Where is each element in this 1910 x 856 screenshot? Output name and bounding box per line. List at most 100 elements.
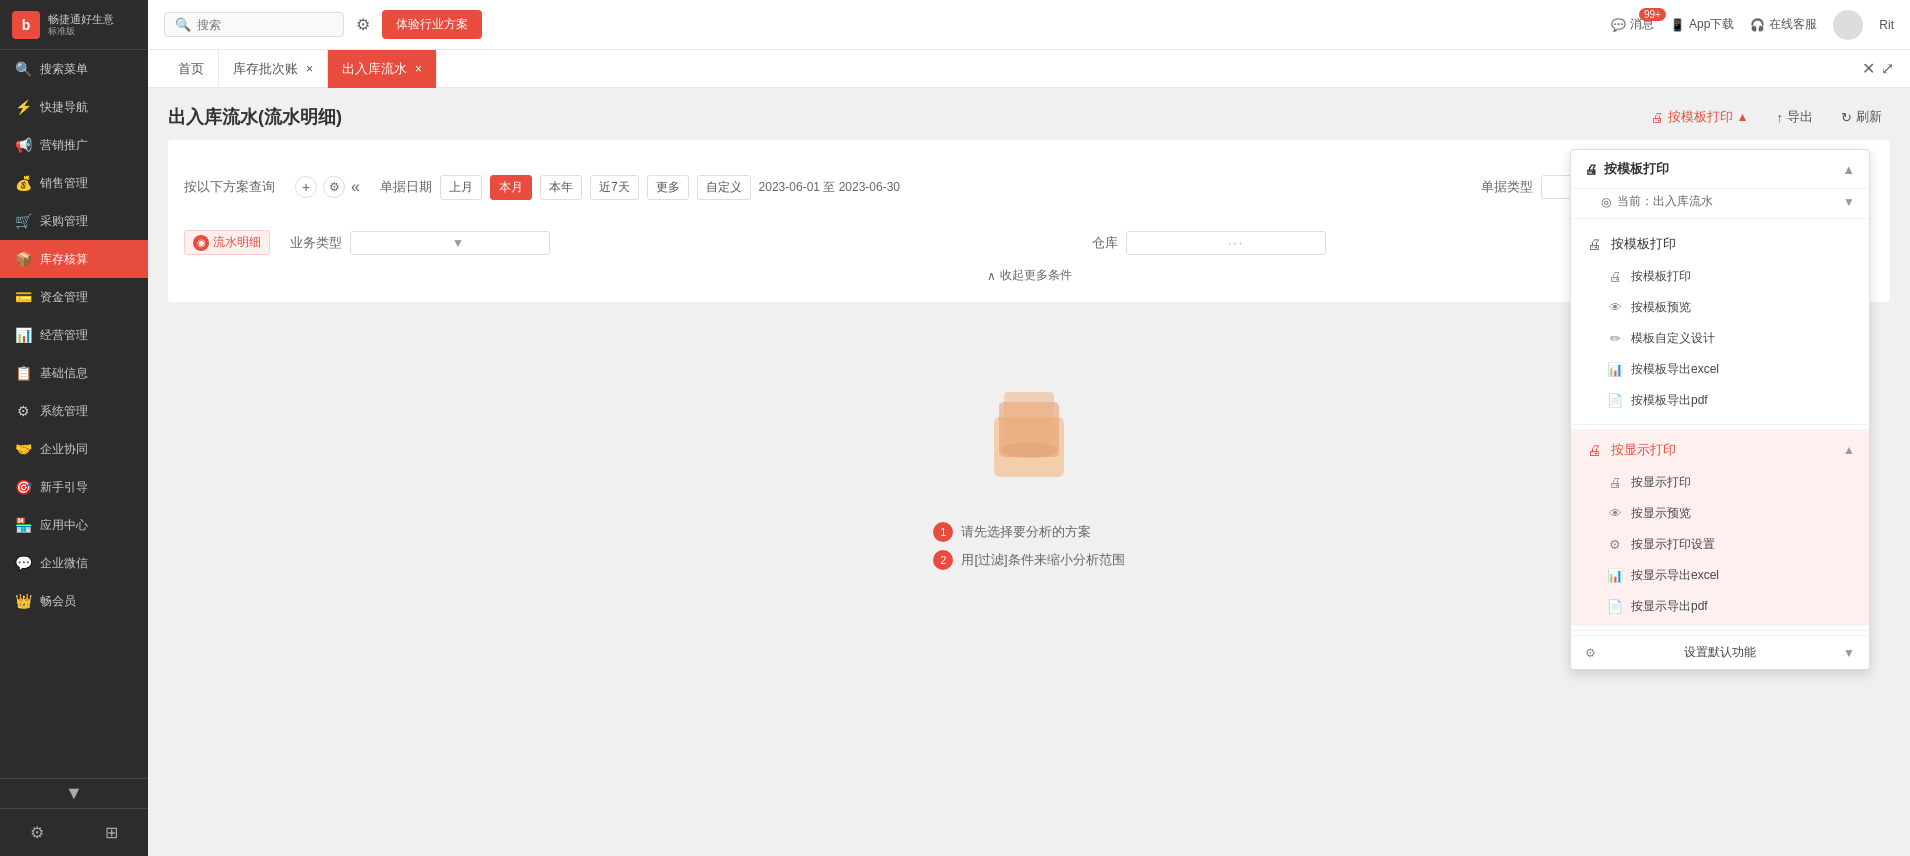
sidebar-item-label-marketing: 营销推广	[40, 137, 88, 154]
sidebar-item-marketing[interactable]: 📢营销推广	[0, 126, 148, 164]
print-template-excel-item[interactable]: 📊 按模板导出excel	[1571, 354, 1869, 385]
filter-collapse-left-btn[interactable]: «	[351, 178, 360, 196]
sidebar-item-inventory[interactable]: 📦 库存核算	[0, 240, 148, 278]
tab-batch[interactable]: 库存批次账 ×	[219, 50, 328, 88]
date-btn-thisyear[interactable]: 本年	[540, 175, 582, 200]
sidebar-item-label-wechat: 企业微信	[40, 555, 88, 572]
basic-icon: 📋	[14, 364, 32, 382]
sales-icon: 💰	[14, 174, 32, 192]
tab-flow[interactable]: 出入库流水 ×	[328, 50, 437, 88]
purchase-icon: 🛒	[14, 212, 32, 230]
sidebar-item-label-system: 系统管理	[40, 403, 88, 420]
print-current: ◎ 当前：出入库流水 ▼	[1571, 189, 1869, 214]
print-template-btn[interactable]: 🖨 按模板打印 ▲	[1643, 104, 1757, 130]
topbar-service[interactable]: 🎧 在线客服	[1750, 16, 1817, 33]
sidebar: b 畅捷通好生意 标准版 🔍搜索菜单⚡快捷导航📢营销推广💰销售管理🛒采购管理 📦 库…	[0, 0, 148, 856]
date-range: 2023-06-01 至 2023-06-30	[759, 179, 900, 196]
print-template-preview-item[interactable]: 👁 按模板预览	[1571, 292, 1869, 323]
print-footer-settings-icon: ⚙	[1585, 646, 1596, 660]
print-display-settings-item[interactable]: ⚙ 按显示打印设置	[1571, 529, 1869, 560]
print-template-print-item[interactable]: 🖨 按模板打印	[1571, 261, 1869, 292]
sidebar-item-label-member: 畅会员	[40, 593, 76, 610]
print-display-preview-item[interactable]: 👁 按显示预览	[1571, 498, 1869, 529]
sidebar-logo: b 畅捷通好生意 标准版	[0, 0, 148, 50]
inventory-icon: 📦	[14, 250, 32, 268]
sidebar-item-guide[interactable]: 🎯新手引导	[0, 468, 148, 506]
sidebar-item-finance[interactable]: 💳资金管理	[0, 278, 148, 316]
collapse-btn[interactable]: ∧ 收起更多条件	[975, 263, 1084, 288]
sidebar-item-search[interactable]: 🔍搜索菜单	[0, 50, 148, 88]
print-item-pdf-icon: 📄	[1607, 393, 1623, 409]
date-btn-more[interactable]: 更多	[647, 175, 689, 200]
tab-flow-close[interactable]: ×	[415, 62, 422, 76]
sidebar-scroll-down[interactable]: ▼	[65, 783, 83, 804]
tab-home[interactable]: 首页	[164, 50, 219, 88]
tab-maximize-icon[interactable]: ⤢	[1881, 59, 1894, 78]
coop-icon: 🤝	[14, 440, 32, 458]
tab-batch-label: 库存批次账	[233, 60, 298, 78]
search-input[interactable]	[197, 18, 317, 32]
topbar-gear-icon[interactable]: ⚙	[356, 15, 370, 34]
print-display-excel-item[interactable]: 📊 按显示导出excel	[1571, 560, 1869, 591]
sidebar-item-sales[interactable]: 💰销售管理	[0, 164, 148, 202]
topbar-avatar[interactable]	[1833, 10, 1863, 40]
print-icon: 🖨	[1651, 110, 1664, 125]
sidebar-item-appstore[interactable]: 🏪应用中心	[0, 506, 148, 544]
sidebar-settings-btn[interactable]: ⚙	[24, 817, 50, 848]
sidebar-item-label-shortcut: 快捷导航	[40, 99, 88, 116]
filter-add-btn[interactable]: +	[295, 176, 317, 198]
topbar-app[interactable]: 📱 App下载	[1670, 16, 1734, 33]
refresh-btn[interactable]: ↻ 刷新	[1833, 104, 1890, 130]
print-footer[interactable]: ⚙ 设置默认功能 ▼	[1571, 635, 1869, 669]
topbar-right: 💬 消息 99+ 📱 App下载 🎧 在线客服 Rit	[1611, 10, 1894, 40]
trial-btn[interactable]: 体验行业方案	[382, 10, 482, 39]
print-template-pdf-item[interactable]: 📄 按模板导出pdf	[1571, 385, 1869, 416]
tab-batch-close[interactable]: ×	[306, 62, 313, 76]
tabbar: 首页 库存批次账 × 出入库流水 × ✕ ⤢	[148, 50, 1910, 88]
print-dropdown-title: 🖨 按模板打印	[1585, 160, 1669, 178]
export-btn[interactable]: ↑ 导出	[1769, 104, 1822, 130]
svg-point-3	[1001, 442, 1057, 458]
sidebar-item-purchase[interactable]: 🛒采购管理	[0, 202, 148, 240]
empty-step-1: 1 请先选择要分析的方案	[933, 522, 1124, 542]
sidebar-bottom: ⚙ ⊞	[0, 808, 148, 856]
print-template-section-title: 🖨 按模板打印	[1585, 235, 1676, 253]
appstore-icon: 🏪	[14, 516, 32, 534]
print-dropdown-chevron[interactable]: ▲	[1842, 162, 1855, 177]
sidebar-item-system[interactable]: ⚙系统管理	[0, 392, 148, 430]
warehouse-more-icon[interactable]: ···	[1228, 236, 1315, 250]
topbar-search[interactable]: 🔍	[164, 12, 344, 37]
topbar-username[interactable]: Rit	[1879, 18, 1894, 32]
sidebar-item-label-operation: 经营管理	[40, 327, 88, 344]
sidebar-item-wechat[interactable]: 💬企业微信	[0, 544, 148, 582]
sidebar-item-coop[interactable]: 🤝企业协同	[0, 430, 148, 468]
print-divider-2	[1571, 424, 1869, 425]
sidebar-item-member[interactable]: 👑畅会员	[0, 582, 148, 620]
date-btn-lastmonth[interactable]: 上月	[440, 175, 482, 200]
date-btn-custom[interactable]: 自定义	[697, 175, 751, 200]
biztype-dropdown[interactable]: ▼	[350, 231, 550, 255]
sidebar-item-label-inventory: 库存核算	[40, 251, 88, 268]
print-display-section-header[interactable]: 🖨 按显示打印 ▲	[1571, 433, 1869, 467]
print-display-print-item[interactable]: 🖨 按显示打印	[1571, 467, 1869, 498]
content-area: 出入库流水(流水明细) 🖨 按模板打印 ▲ ↑ 导出 ↻ 刷新	[148, 88, 1910, 856]
print-current-expand[interactable]: ▼	[1843, 195, 1855, 209]
topbar-msg[interactable]: 💬 消息 99+	[1611, 16, 1654, 33]
date-btn-thismonth[interactable]: 本月	[490, 175, 532, 200]
filter-setting-btn[interactable]: ⚙	[323, 176, 345, 198]
sidebar-item-shortcut[interactable]: ⚡快捷导航	[0, 88, 148, 126]
sidebar-item-operation[interactable]: 📊经营管理	[0, 316, 148, 354]
sidebar-item-basic[interactable]: 📋基础信息	[0, 354, 148, 392]
date-btn-7days[interactable]: 近7天	[590, 175, 639, 200]
tab-close-all-icon[interactable]: ✕	[1862, 59, 1875, 78]
print-template-section-header[interactable]: 🖨 按模板打印	[1571, 227, 1869, 261]
print-item-print-icon: 🖨	[1607, 269, 1623, 285]
sidebar-collapse-btn[interactable]: ⊞	[99, 817, 124, 848]
print-template-custom-item[interactable]: ✏ 模板自定义设计	[1571, 323, 1869, 354]
warehouse-dropdown[interactable]: ···	[1126, 231, 1326, 255]
print-display-section-arrow[interactable]: ▲	[1843, 443, 1855, 457]
print-display-pdf-item[interactable]: 📄 按显示导出pdf	[1571, 591, 1869, 622]
biztype-chevron-icon: ▼	[452, 236, 539, 250]
page-title: 出入库流水(流水明细)	[168, 105, 342, 129]
print-display-section: 🖨 按显示打印 ▲ 🖨 按显示打印 👁 按显	[1571, 429, 1869, 626]
